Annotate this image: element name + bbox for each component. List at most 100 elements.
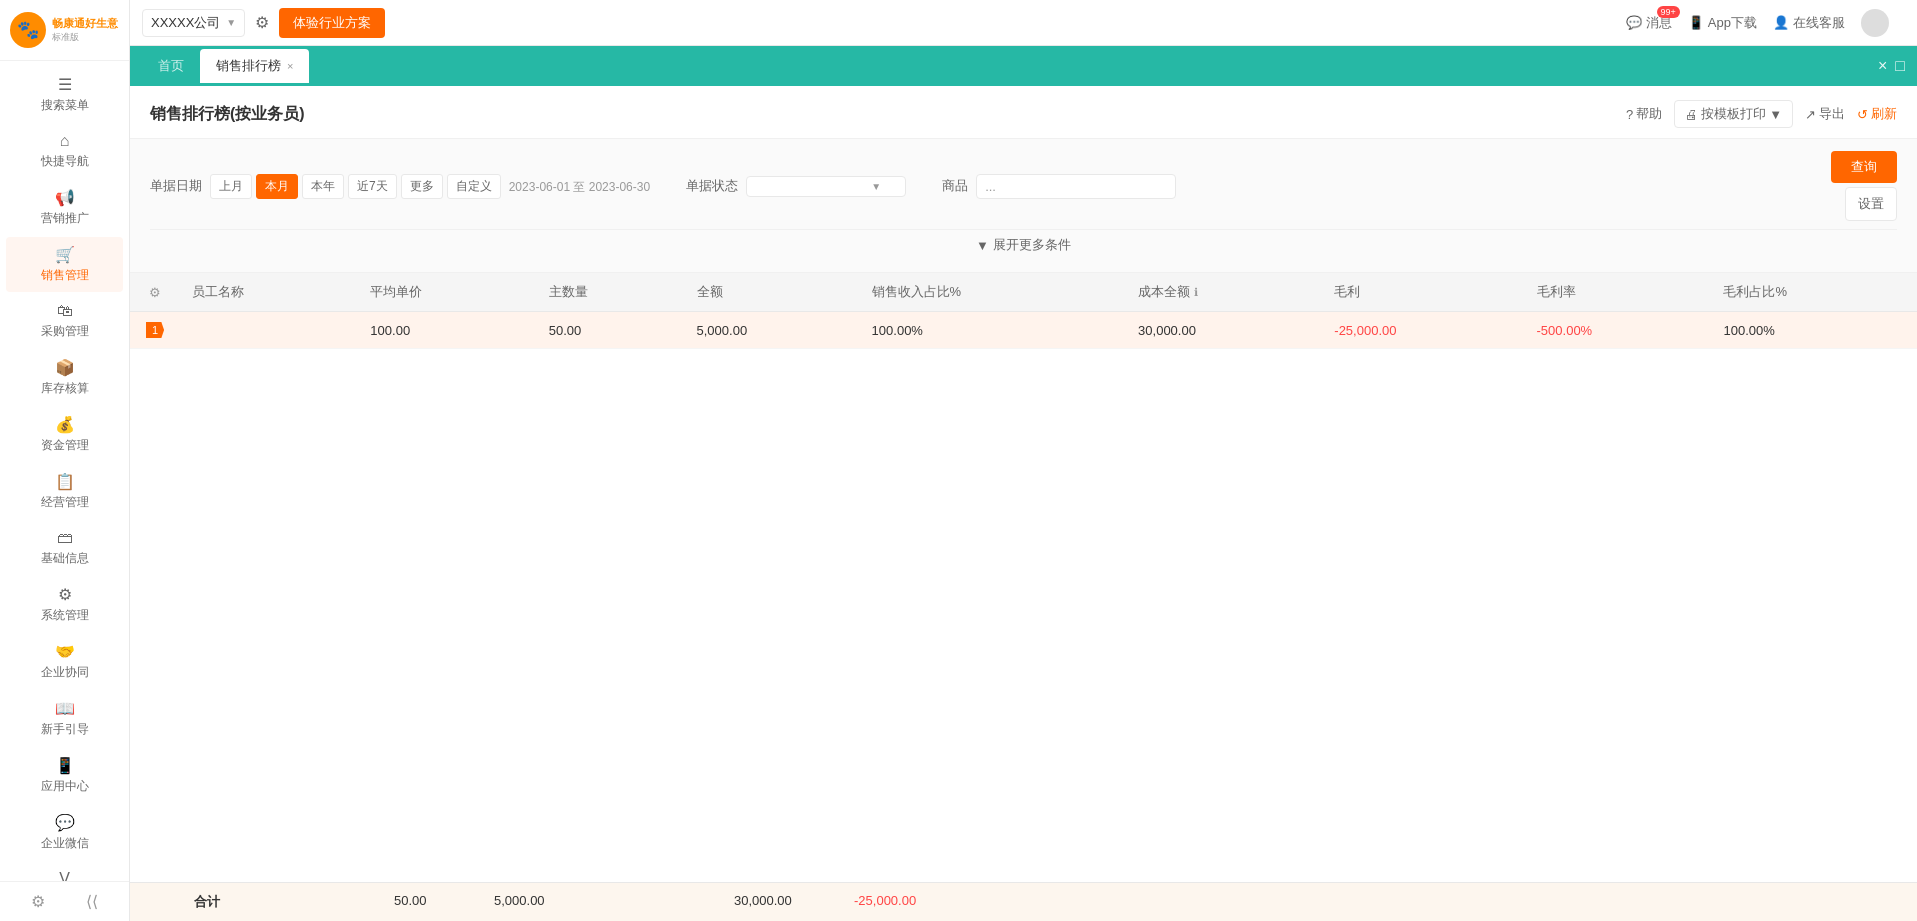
message-button[interactable]: 💬 消息 99+: [1626, 14, 1672, 32]
help-button[interactable]: ? 帮助: [1626, 105, 1662, 123]
refresh-button[interactable]: ↺ 刷新: [1857, 105, 1897, 123]
sidebar-item-marketing[interactable]: 📢 营销推广: [6, 180, 123, 235]
logo-text: 畅康通好生意: [52, 16, 118, 30]
service-icon: 👤: [1773, 15, 1789, 30]
print-dropdown-arrow: ▼: [1769, 107, 1782, 122]
sidebar-item-label: 企业微信: [41, 835, 89, 852]
goods-input[interactable]: ...: [976, 174, 1176, 199]
sidebar-item-sales[interactable]: 🛒 销售管理: [6, 237, 123, 292]
app-download-button[interactable]: 📱 App下载: [1688, 14, 1757, 32]
sidebar-item-basic[interactable]: 🗃 基础信息: [6, 521, 123, 575]
logo-badge: 标准版: [52, 31, 118, 44]
sidebar-item-label: 经营管理: [41, 494, 89, 511]
col-cost: 成本全额 ℹ: [1126, 273, 1322, 312]
cell-gross-ratio: 100.00%: [1711, 312, 1917, 349]
sales-icon: 🛒: [55, 245, 75, 264]
header-actions: ? 帮助 🖨 按模板打印 ▼ ↗ 导出 ↺ 刷新: [1626, 100, 1897, 128]
logo-icon: 🐾: [10, 12, 46, 48]
tab-bar: 首页 销售排行榜 × × □: [130, 46, 1917, 86]
logo-text-group: 畅康通好生意 标准版: [52, 16, 118, 43]
tab-sales-ranking[interactable]: 销售排行榜 ×: [200, 49, 309, 83]
footer-empty-1: [142, 893, 182, 911]
sidebar-settings-icon[interactable]: ⚙: [31, 892, 45, 911]
query-button[interactable]: 查询: [1831, 151, 1897, 183]
refresh-icon: ↺: [1857, 107, 1868, 122]
sidebar-collapse-icon[interactable]: ⟨⟨: [86, 892, 98, 911]
sidebar-item-label: 基础信息: [41, 550, 89, 567]
col-qty: 主数量: [537, 273, 685, 312]
export-button[interactable]: ↗ 导出: [1805, 105, 1845, 123]
footer-qty: 50.00: [382, 893, 482, 911]
sidebar-item-wechat[interactable]: 💬 企业微信: [6, 805, 123, 860]
footer-cost: 30,000.00: [722, 893, 842, 911]
company-name: XXXXX公司: [151, 14, 220, 32]
table-wrapper: ⚙ 员工名称 平均单价 主数量 全额 销售收入占比% 成本全额 ℹ 毛利 毛利率…: [130, 273, 1917, 921]
user-avatar[interactable]: [1861, 9, 1889, 37]
table-footer: 合计 50.00 5,000.00 30,000.00 -25,000.00: [130, 882, 1917, 921]
expand-filter-button[interactable]: ▼ 展开更多条件: [976, 236, 1071, 254]
table-body: 1 100.00 50.00 5,000.00 100.00% 30,000.0…: [130, 312, 1917, 349]
page-title: 销售排行榜(按业务员): [150, 104, 305, 125]
online-service-button[interactable]: 👤 在线客服: [1773, 14, 1845, 32]
cost-info-icon[interactable]: ℹ: [1194, 286, 1198, 298]
sidebar-item-system[interactable]: ⚙ 系统管理: [6, 577, 123, 632]
sidebar-logo: 🐾 畅康通好生意 标准版: [0, 0, 129, 61]
date-filter-label: 单据日期: [150, 177, 202, 195]
sidebar-item-purchase[interactable]: 🛍 采购管理: [6, 294, 123, 348]
sidebar-item-quicknav[interactable]: ⌂ 快捷导航: [6, 124, 123, 178]
tab-bar-actions: × □: [1878, 57, 1905, 75]
sidebar-item-guide[interactable]: 📖 新手引导: [6, 691, 123, 746]
col-settings-icon[interactable]: ⚙: [130, 273, 180, 312]
col-gross-rate: 毛利率: [1525, 273, 1712, 312]
date-btn-1[interactable]: 本月: [256, 174, 298, 199]
tab-home[interactable]: 首页: [142, 49, 200, 83]
settings-button[interactable]: 设置: [1845, 187, 1897, 221]
system-icon: ⚙: [58, 585, 72, 604]
goods-filter-group: 商品 ...: [942, 174, 1176, 199]
col-sales-ratio: 销售收入占比%: [860, 273, 1126, 312]
date-btn-5[interactable]: 自定义: [447, 174, 501, 199]
finance-icon: 💰: [55, 415, 75, 434]
company-selector[interactable]: XXXXX公司 ▼: [142, 9, 245, 37]
rank-arrow: 1: [146, 322, 164, 338]
status-select[interactable]: ▼: [746, 176, 906, 197]
sidebar-item-operations[interactable]: 📋 经营管理: [6, 464, 123, 519]
sidebar-item-label: 销售管理: [41, 267, 89, 284]
sidebar-item-inventory[interactable]: 📦 库存核算: [6, 350, 123, 405]
cell-amount: 5,000.00: [685, 312, 860, 349]
tab-close-icon[interactable]: ×: [287, 60, 293, 72]
sidebar-item-cooperation[interactable]: 🤝 企业协同: [6, 634, 123, 689]
expand-filter-row: ▼ 展开更多条件: [150, 229, 1897, 260]
operations-icon: 📋: [55, 472, 75, 491]
basic-info-icon: 🗃: [57, 529, 73, 547]
trial-button[interactable]: 体验行业方案: [279, 8, 385, 38]
date-btn-3[interactable]: 近7天: [348, 174, 397, 199]
sidebar-item-label: 快捷导航: [41, 153, 89, 170]
date-btn-4[interactable]: 更多: [401, 174, 443, 199]
col-avg-price: 平均单价: [358, 273, 536, 312]
company-dropdown-arrow: ▼: [226, 17, 236, 28]
sidebar-item-finance[interactable]: 💰 资金管理: [6, 407, 123, 462]
tab-maximize-button[interactable]: □: [1895, 57, 1905, 75]
col-gross-ratio: 毛利占比%: [1711, 273, 1917, 312]
page-content: 销售排行榜(按业务员) ? 帮助 🖨 按模板打印 ▼ ↗ 导出: [130, 86, 1917, 921]
sidebar-item-apps[interactable]: 📱 应用中心: [6, 748, 123, 803]
print-button[interactable]: 🖨 按模板打印 ▼: [1674, 100, 1793, 128]
date-btn-2[interactable]: 本年: [302, 174, 344, 199]
sidebar-item-label: 营销推广: [41, 210, 89, 227]
tab-minimize-button[interactable]: ×: [1878, 57, 1887, 75]
sidebar-item-search[interactable]: ☰ 搜索菜单: [6, 67, 123, 122]
footer-amount: 5,000.00: [482, 893, 602, 911]
print-icon: 🖨: [1685, 107, 1698, 122]
topbar-settings-icon[interactable]: ⚙: [255, 13, 269, 32]
cell-gross-rate: -500.00%: [1525, 312, 1712, 349]
marketing-icon: 📢: [55, 188, 75, 207]
sidebar: 🐾 畅康通好生意 标准版 ☰ 搜索菜单 ⌂ 快捷导航 📢 营销推广 🛒 销售管: [0, 0, 130, 921]
filter-bar: 单据日期 上月本月本年近7天更多自定义 2023-06-01 至 2023-06…: [130, 139, 1917, 273]
footer-gross: -25,000.00: [842, 893, 962, 911]
sales-table: ⚙ 员工名称 平均单价 主数量 全额 销售收入占比% 成本全额 ℹ 毛利 毛利率…: [130, 273, 1917, 349]
topbar-right: 💬 消息 99+ 📱 App下载 👤 在线客服: [1626, 9, 1905, 37]
date-btn-0[interactable]: 上月: [210, 174, 252, 199]
cell-employee-name: [180, 312, 358, 349]
sidebar-item-member[interactable]: V 畅会员: [6, 862, 123, 881]
